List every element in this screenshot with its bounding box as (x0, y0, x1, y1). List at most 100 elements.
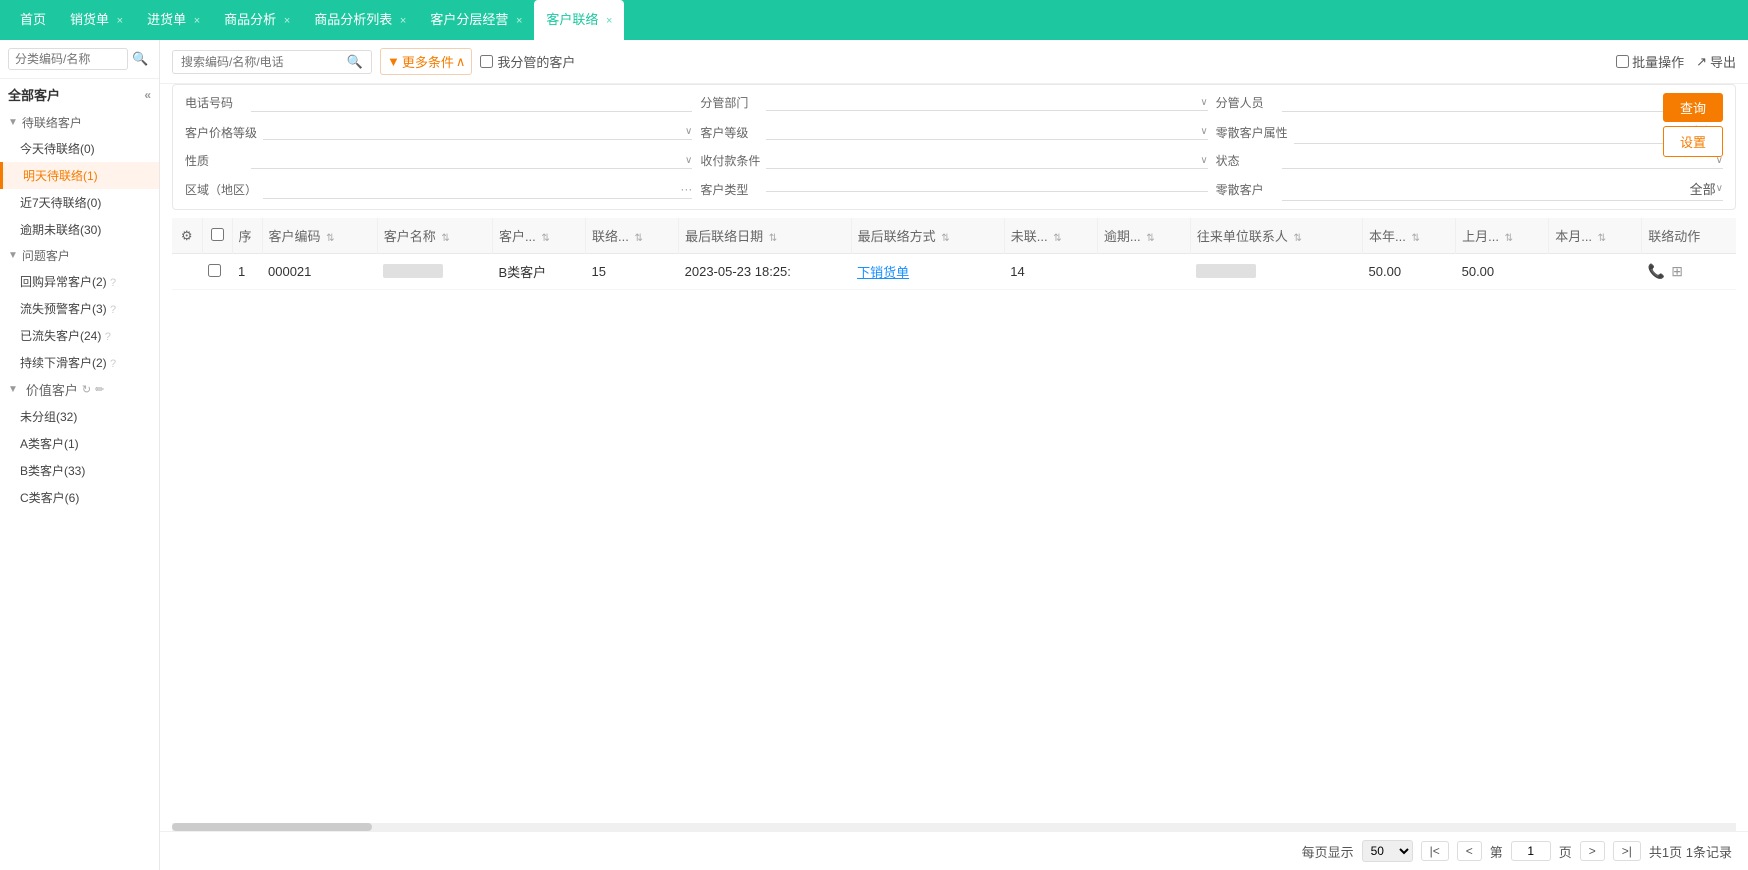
last-page-btn[interactable]: >| (1613, 841, 1641, 861)
close-icon[interactable]: × (284, 15, 290, 27)
row-checkbox[interactable] (208, 264, 221, 277)
col-this-year[interactable]: 本年... ⇅ (1363, 218, 1456, 254)
sidebar-item-declining[interactable]: 持续下滑客户(2) ? (0, 349, 159, 376)
sidebar-item-tomorrow[interactable]: 明天待联络(1) (0, 162, 159, 189)
my-customers-checkbox[interactable] (480, 55, 493, 68)
sidebar-item-churned[interactable]: 已流失客户(24) ? (0, 322, 159, 349)
status-select[interactable]: ∨ (1282, 153, 1723, 169)
query-button[interactable]: 查询 (1663, 93, 1723, 122)
close-icon[interactable]: × (516, 15, 522, 27)
sort-icon: ⇅ (634, 233, 642, 244)
close-icon[interactable]: × (194, 15, 200, 27)
nav-item-home[interactable]: 首页 (8, 0, 58, 40)
next-page-btn[interactable]: > (1580, 841, 1605, 861)
customer-value-select[interactable]: ∨ (263, 124, 692, 140)
last-method-link[interactable]: 下销货单 (857, 265, 909, 280)
close-icon[interactable]: × (117, 15, 123, 27)
more-icon[interactable]: ··· (680, 182, 692, 196)
gender-select[interactable]: ∨ (251, 153, 692, 169)
filter-phone: 电话号码 (185, 93, 692, 112)
all-customers-header[interactable]: 全部客户 « (0, 79, 159, 110)
sidebar-search-input[interactable] (8, 48, 128, 70)
nav-item-purchase[interactable]: 进货单 × (135, 0, 212, 40)
batch-op-btn[interactable]: 批量操作 (1616, 52, 1684, 71)
col-overdue[interactable]: 逾期... ⇅ (1097, 218, 1190, 254)
col-settings[interactable]: ⚙ (172, 218, 202, 254)
group-pending-contact[interactable]: 待联络客户 (0, 110, 159, 135)
retail-customer-select[interactable]: 全部 ∨ (1282, 177, 1723, 201)
retail-attr-label: 零散客户属性 (1216, 124, 1288, 141)
col-last-date[interactable]: 最后联络日期 ⇅ (679, 218, 851, 254)
col-code[interactable]: 客户编码 ⇅ (262, 218, 377, 254)
filter-customer-type: 客户类型 (700, 181, 1207, 198)
filter-payment: 收付款条件 ∨ (700, 152, 1207, 169)
search-input[interactable] (181, 55, 347, 69)
sidebar-item-class-c[interactable]: C类客户(6) (0, 484, 159, 511)
page-input[interactable] (1511, 841, 1551, 861)
cell-contact-person (1190, 254, 1362, 290)
nav-item-sales[interactable]: 销货单 × (58, 0, 135, 40)
col-last-month[interactable]: 上月... ⇅ (1456, 218, 1549, 254)
customer-grade-select[interactable]: ∨ (766, 124, 1207, 140)
retail-attr-select[interactable]: 全部 ∨ (1294, 120, 1723, 144)
sidebar-item-ungrouped[interactable]: 未分组(32) (0, 403, 159, 430)
cell-last-method: 下销货单 (851, 254, 1004, 290)
customer-type-select[interactable] (766, 187, 1207, 192)
payment-select[interactable]: ∨ (766, 153, 1207, 169)
export-btn[interactable]: ↗ 导出 (1696, 52, 1736, 71)
nav-item-customer-tier[interactable]: 客户分层经营 × (418, 0, 534, 40)
search-box: 🔍 (172, 50, 372, 74)
filter-customer-grade: 客户等级 ∨ (700, 124, 1207, 141)
dept-select[interactable]: ∨ (766, 95, 1207, 111)
phone-action-icon[interactable]: 📞 (1648, 263, 1665, 280)
sort-icon: ⇅ (1294, 233, 1302, 244)
nav-item-customer-contact[interactable]: 客户联络 × (534, 0, 624, 40)
sidebar-item-overdue[interactable]: 逾期未联络(30) (0, 216, 159, 243)
col-this-month[interactable]: 本月... ⇅ (1549, 218, 1642, 254)
table-row: 1 000021 B类客户 15 2023-05-23 18:25: 下销货单 … (172, 254, 1736, 290)
col-uncontacted[interactable]: 未联... ⇅ (1004, 218, 1097, 254)
close-icon[interactable]: × (400, 15, 406, 27)
scrollbar-thumb[interactable] (172, 823, 372, 831)
filter-retail-attr: 零散客户属性 全部 ∨ (1216, 120, 1723, 144)
sidebar-item-repurchase-anomaly[interactable]: 回购异常客户(2) ? (0, 268, 159, 295)
col-contact-person[interactable]: 往来单位联系人 ⇅ (1190, 218, 1362, 254)
select-all-checkbox[interactable] (211, 228, 224, 241)
col-name[interactable]: 客户名称 ⇅ (377, 218, 492, 254)
cell-check (202, 254, 232, 290)
export-icon: ↗ (1696, 54, 1707, 70)
sidebar-search-icon[interactable]: 🔍 (132, 51, 148, 67)
first-page-btn[interactable]: |< (1421, 841, 1449, 861)
group-problem-customers[interactable]: 问题客户 (0, 243, 159, 268)
sidebar-item-7days[interactable]: 近7天待联络(0) (0, 189, 159, 216)
cell-last-month: 50.00 (1456, 254, 1549, 290)
search-icon[interactable]: 🔍 (347, 54, 363, 70)
sidebar-item-class-a[interactable]: A类客户(1) (0, 430, 159, 457)
manager-select[interactable]: ··· (1282, 93, 1723, 112)
sort-icon: ⇅ (1598, 233, 1606, 244)
batch-op-checkbox[interactable] (1616, 55, 1629, 68)
sidebar-item-churn-warning[interactable]: 流失预警客户(3) ? (0, 295, 159, 322)
sidebar-item-class-b[interactable]: B类客户(33) (0, 457, 159, 484)
filter-row-2: 客户价格等级 ∨ 客户等级 ∨ 零散客户属性 全部 ∨ (185, 120, 1723, 144)
set-button[interactable]: 设置 (1663, 126, 1723, 157)
group-value-customers[interactable]: 价值客户 ↻ ✏ (0, 376, 159, 403)
per-page-select[interactable]: 50 20 100 (1362, 840, 1413, 862)
prev-page-btn[interactable]: < (1457, 841, 1482, 861)
filter-customer-value: 客户价格等级 ∨ (185, 124, 692, 141)
nav-item-product-analysis[interactable]: 商品分析 × (212, 0, 302, 40)
status-label: 状态 (1216, 152, 1276, 169)
close-icon[interactable]: × (606, 15, 612, 27)
col-no: 序 (232, 218, 262, 254)
nav-item-product-list[interactable]: 商品分析列表 × (302, 0, 418, 40)
region-select[interactable]: ··· (263, 180, 692, 199)
sidebar-item-today[interactable]: 今天待联络(0) (0, 135, 159, 162)
col-type[interactable]: 客户... ⇅ (492, 218, 585, 254)
chevron-down-icon: ∨ (1716, 183, 1723, 194)
grid-action-icon[interactable]: ⊞ (1671, 263, 1683, 280)
my-customers-label: 我分管的客户 (497, 52, 575, 71)
phone-input[interactable] (251, 93, 692, 112)
col-contact-count[interactable]: 联络... ⇅ (586, 218, 679, 254)
col-last-method[interactable]: 最后联络方式 ⇅ (851, 218, 1004, 254)
filter-btn[interactable]: ▼ 更多条件 ∧ (380, 48, 472, 75)
